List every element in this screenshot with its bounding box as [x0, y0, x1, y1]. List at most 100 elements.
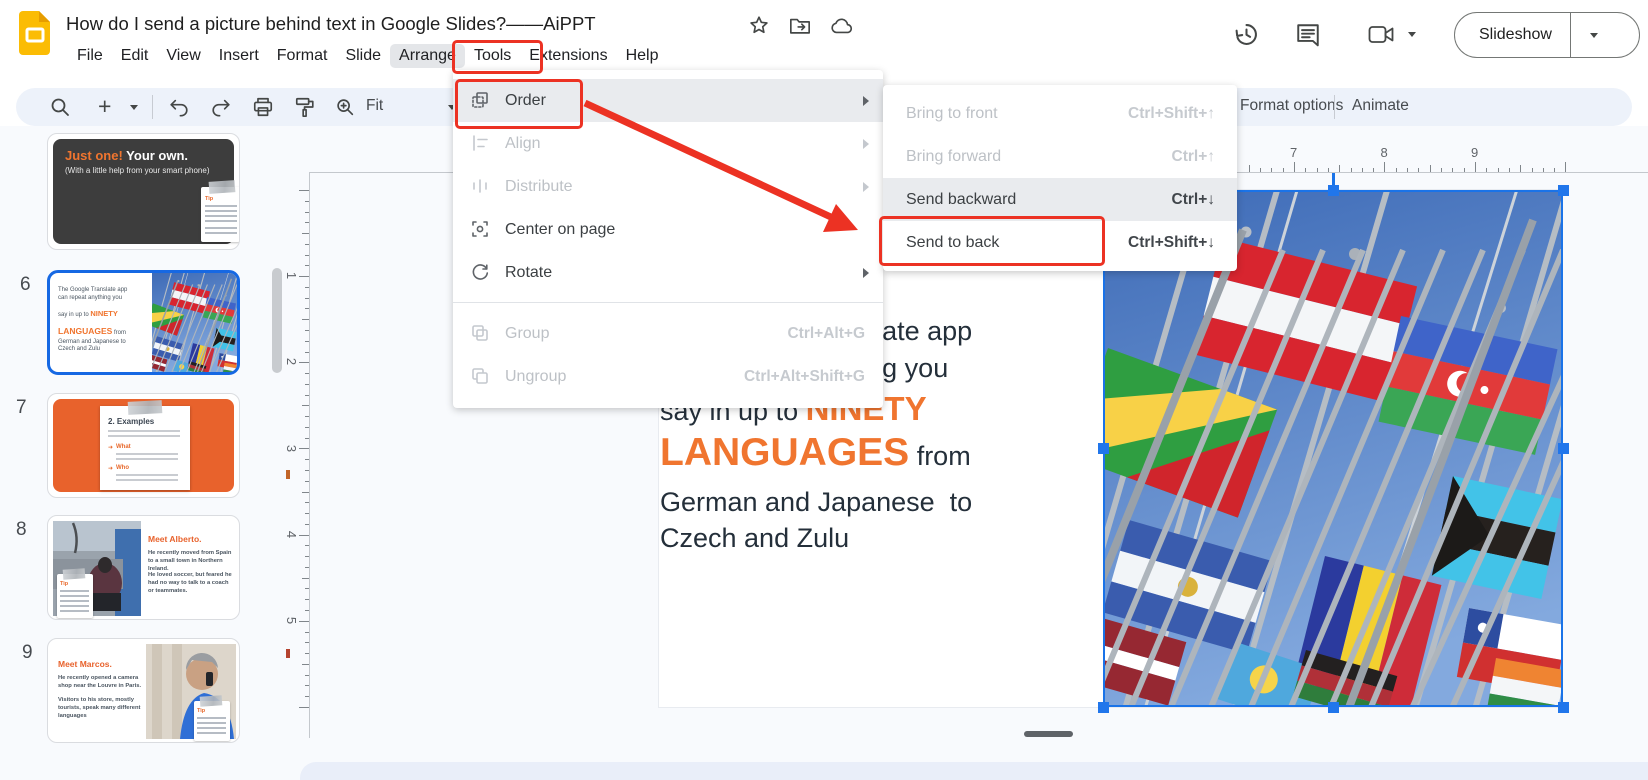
slide-thumbnail-9[interactable]: Meet Marcos. He recently opened a camera… [47, 638, 240, 743]
redo-icon[interactable] [210, 96, 232, 118]
ruler-tick [305, 685, 309, 687]
google-slides-window: How do I send a picture behind text in G… [0, 0, 1648, 780]
ruler-tick [302, 663, 309, 665]
new-slide-caret-icon[interactable] [130, 105, 138, 110]
slide-text-line4[interactable]: LANGUAGES from [660, 431, 971, 475]
menu-item-rotate[interactable]: Rotate [453, 251, 883, 294]
slides-logo-icon[interactable] [18, 10, 52, 56]
filmstrip-scrollbar[interactable] [272, 268, 282, 373]
paint-format-icon[interactable] [294, 96, 316, 118]
new-slide-icon[interactable]: + [98, 93, 111, 120]
vertical-ruler [309, 172, 310, 738]
camera-dropdown-caret-icon[interactable] [1408, 32, 1416, 37]
ruler-tick [305, 696, 309, 698]
zoom-fit-select[interactable]: Fit [366, 97, 383, 115]
slide-thumbnail-7[interactable]: 2. Examples What ➜ Who ➜ [47, 393, 240, 498]
ruler-tick [299, 190, 309, 191]
ruler-tick [1565, 162, 1567, 172]
slideshow-button[interactable]: Slideshow [1455, 26, 1570, 44]
speaker-notes-panel[interactable] [300, 762, 1648, 780]
selection-handle[interactable] [1557, 443, 1569, 454]
meet-camera-icon[interactable] [1368, 24, 1396, 46]
menu-format[interactable]: Format [268, 44, 337, 68]
slide-thumbnail-5[interactable]: Just one! Your own. (With a little help … [47, 133, 240, 250]
ruler-tick [1294, 162, 1295, 172]
print-icon[interactable] [252, 96, 274, 118]
ruler-tick [299, 706, 309, 708]
zoom-icon[interactable] [334, 96, 356, 118]
slide-thumbnail-6[interactable]: The Google Translate app can repeat anyt… [47, 270, 240, 375]
ruler-tick [1395, 168, 1397, 172]
thumb9-heading: Meet Marcos. [58, 659, 112, 669]
ruler-tick [305, 513, 309, 515]
comments-icon[interactable] [1295, 22, 1321, 48]
slide-text-line6[interactable]: Czech and Zulu [660, 523, 849, 554]
menu-slide[interactable]: Slide [336, 44, 390, 68]
ruler-tick [305, 459, 309, 461]
star-icon[interactable] [748, 14, 770, 36]
menu-help[interactable]: Help [617, 44, 668, 68]
menu-item-ungroup[interactable]: Ungroup Ctrl+Alt+Shift+G [453, 355, 883, 398]
selection-handle[interactable] [1097, 701, 1109, 713]
thumb8-p1: He recently moved from Spain to a small … [148, 550, 232, 572]
thumb6-text-b: can repeat anything you [58, 294, 123, 301]
slideshow-dropdown-button[interactable] [1571, 32, 1617, 38]
ruler-tick [1282, 168, 1284, 172]
document-title[interactable]: How do I send a picture behind text in G… [66, 13, 596, 35]
annotation-box-send-to-back [879, 216, 1105, 266]
ruler-tick [1361, 168, 1363, 172]
selection-handle[interactable] [1327, 184, 1339, 196]
selection-handle[interactable] [1557, 184, 1569, 196]
cloud-status-icon[interactable] [830, 16, 854, 36]
scrollbar-marker [286, 649, 290, 658]
undo-icon[interactable] [168, 96, 190, 118]
ruler-number: 7 [1290, 145, 1298, 160]
ruler-tick [305, 480, 309, 482]
menu-edit[interactable]: Edit [112, 44, 158, 68]
slide-number-6: 6 [20, 274, 31, 295]
scrollbar-marker [286, 470, 290, 479]
format-options-button[interactable]: Format options [1240, 97, 1343, 115]
thumb5-title-accent: Just one! [65, 148, 123, 163]
slide-text-line5[interactable]: German and Japanese to [660, 487, 972, 518]
ruler-tick [1497, 168, 1499, 172]
rotate-icon [472, 264, 489, 280]
ruler-tick [1452, 168, 1454, 172]
ruler-tick [1554, 168, 1556, 172]
version-history-icon[interactable] [1233, 21, 1260, 48]
ruler-tick [305, 610, 309, 612]
ruler-tick [1407, 168, 1409, 172]
selection-handle[interactable] [1327, 701, 1339, 713]
ruler-tick [305, 394, 309, 396]
ruler-tick [1542, 168, 1544, 172]
menu-file[interactable]: File [68, 44, 112, 68]
ruler-tick [1260, 168, 1262, 172]
ruler-tick [305, 588, 309, 590]
ruler-number: 8 [1380, 145, 1388, 160]
thumb7-bullet2: Who [116, 465, 129, 471]
selection-handle[interactable] [1097, 443, 1109, 454]
menu-item-send-backward[interactable]: Send backward Ctrl+↓ [883, 178, 1237, 221]
selection-handle[interactable] [1557, 701, 1569, 713]
menu-item-bring-to-front[interactable]: Bring to front Ctrl+Shift+↑ [883, 92, 1237, 135]
menu-insert[interactable]: Insert [210, 44, 268, 68]
move-folder-icon[interactable] [789, 16, 811, 36]
menu-view[interactable]: View [157, 44, 209, 68]
ruler-tick [305, 556, 309, 558]
ruler-tick [305, 426, 309, 428]
animate-button[interactable]: Animate [1352, 97, 1409, 115]
ruler-tick [302, 491, 309, 493]
toolbar-divider [152, 95, 153, 119]
align-icon [473, 135, 488, 151]
notes-resize-handle[interactable] [1024, 731, 1073, 737]
thumb7-heading: 2. Examples [108, 417, 155, 426]
slide-thumbnail-8[interactable]: Meet Alberto. He recently moved from Spa… [47, 515, 240, 620]
ruler-tick [1271, 168, 1273, 172]
ruler-tick [1486, 168, 1488, 172]
menu-item-group[interactable]: Group Ctrl+Alt+G [453, 312, 883, 355]
menu-item-bring-forward[interactable]: Bring forward Ctrl+↑ [883, 135, 1237, 178]
search-menus-icon[interactable] [48, 95, 72, 119]
ruler-tick [1327, 168, 1329, 172]
ruler-tick [1474, 162, 1476, 172]
annotation-arrow [583, 99, 858, 232]
